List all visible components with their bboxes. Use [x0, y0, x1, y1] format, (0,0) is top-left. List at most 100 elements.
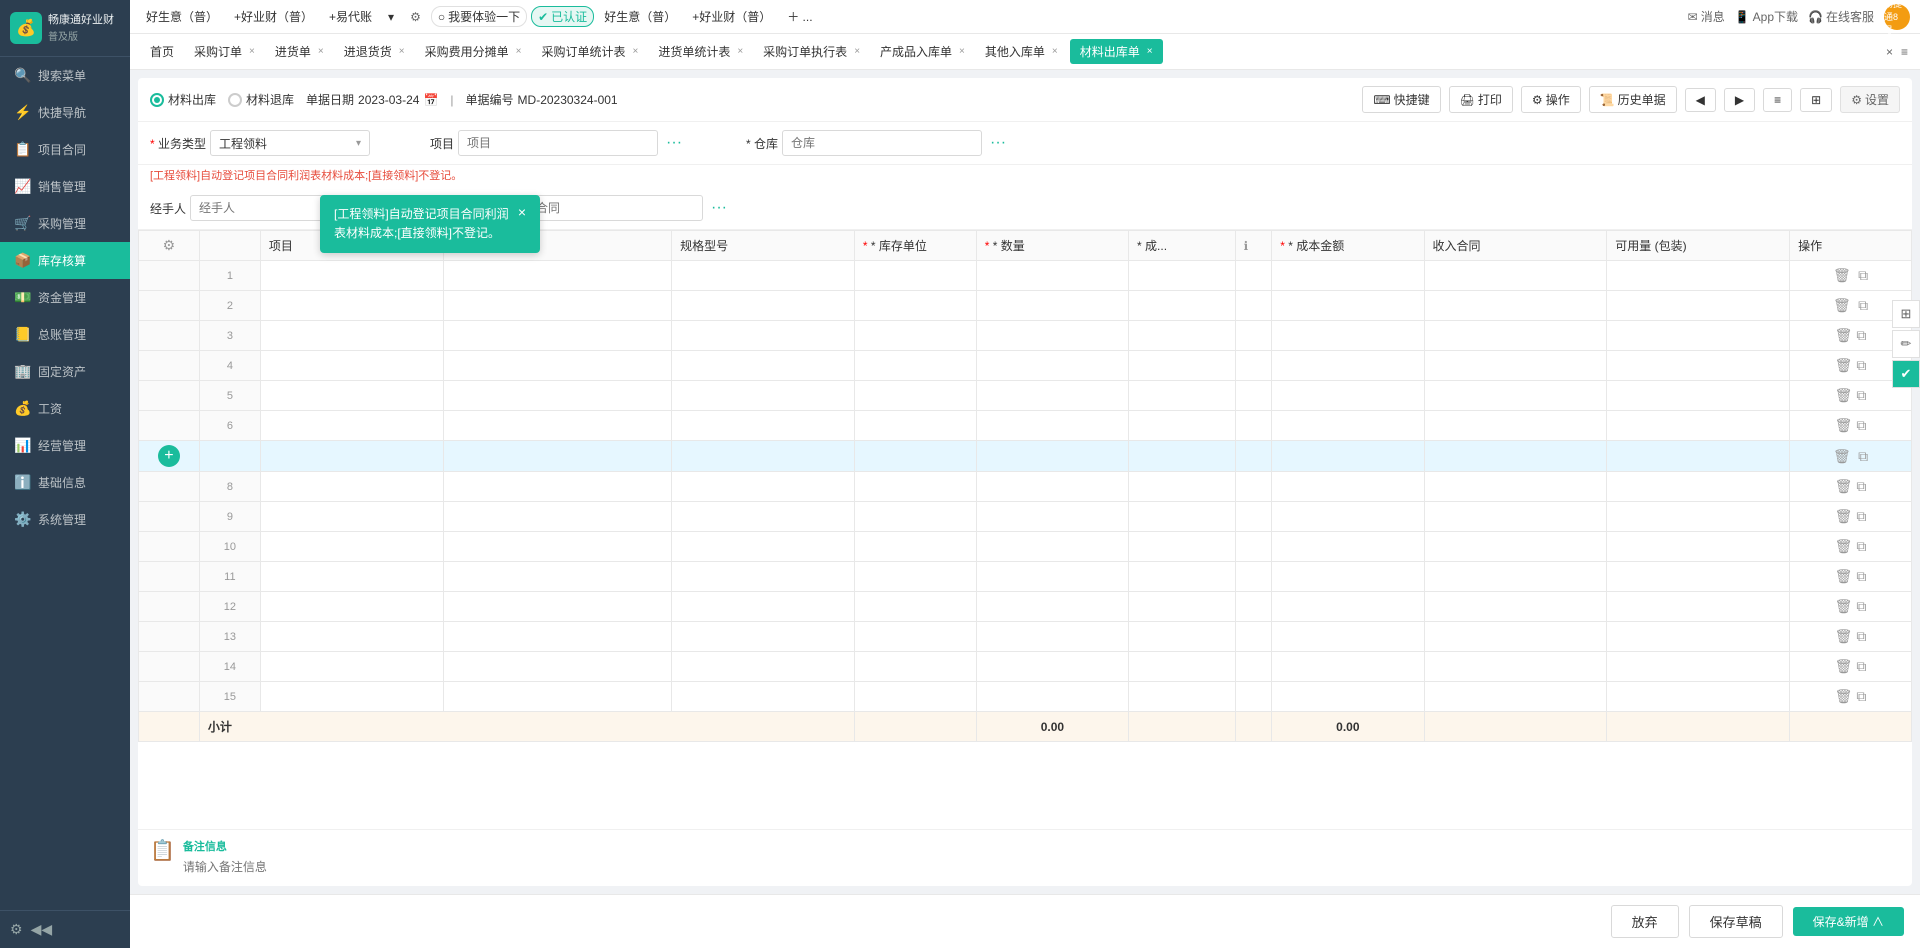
message-btn[interactable]: ✉ 消息	[1688, 8, 1725, 25]
tab-settings-btn[interactable]: ≡	[1901, 45, 1908, 59]
row-project[interactable]	[260, 291, 443, 321]
supernav-more[interactable]: ＋ ...	[781, 4, 818, 29]
row-cost[interactable]	[1129, 291, 1236, 321]
row-unit[interactable]	[854, 261, 976, 291]
delete-row-btn[interactable]: 🗑	[1833, 415, 1855, 435]
tab-material-outbound[interactable]: 材料出库单 ×	[1070, 39, 1163, 64]
supernav-good-biz[interactable]: 好生意（普）	[140, 4, 224, 29]
close-tab-icon[interactable]: ×	[318, 46, 324, 57]
sidebar-item-search[interactable]: 🔍 搜索菜单	[0, 57, 130, 94]
copy-row-btn[interactable]: ⧉	[1854, 325, 1868, 345]
copy-row-btn[interactable]: ⧉	[1856, 446, 1870, 466]
side-green-icon-btn[interactable]: ✔	[1892, 360, 1920, 388]
active-row-input-2[interactable]	[452, 449, 663, 463]
sidebar-item-system[interactable]: ⚙️ 系统管理	[0, 501, 130, 538]
delete-row-btn[interactable]: 🗑	[1831, 295, 1853, 315]
supernav-trial-badge[interactable]: ○ 我要体验一下	[431, 6, 527, 27]
supernav-agency[interactable]: +易代账	[323, 4, 378, 29]
delete-row-btn[interactable]: 🗑	[1833, 596, 1855, 616]
radio-return[interactable]: 材料退库	[228, 91, 294, 108]
delete-row-btn[interactable]: 🗑	[1833, 325, 1855, 345]
active-row-input-1[interactable]	[269, 449, 435, 463]
actions-btn[interactable]: ⚙ 操作	[1521, 86, 1581, 113]
tab-purchase-exec[interactable]: 采购订单执行表 ×	[755, 39, 868, 64]
close-tab-icon[interactable]: ×	[516, 46, 522, 57]
row-material-code[interactable]	[443, 261, 671, 291]
delete-row-btn[interactable]: 🗑	[1831, 446, 1853, 466]
supernav-dropdown-btn[interactable]: ▾	[382, 6, 400, 28]
sidebar-item-basic[interactable]: ℹ️ 基础信息	[0, 464, 130, 501]
settings-bottom-icon[interactable]: ⚙	[10, 921, 23, 938]
tab-incoming[interactable]: 进货单 ×	[267, 39, 332, 64]
copy-row-btn[interactable]: ⧉	[1854, 566, 1868, 586]
delete-row-btn[interactable]: 🗑	[1833, 656, 1855, 676]
app-download-btn[interactable]: 📱 App下载	[1735, 8, 1798, 25]
notes-input[interactable]	[183, 856, 1900, 878]
sidebar-item-project[interactable]: 📋 项目合同	[0, 131, 130, 168]
row-cost-amt[interactable]	[1272, 291, 1424, 321]
row-material-code[interactable]	[443, 291, 671, 321]
history-btn[interactable]: 📜 历史单据	[1589, 86, 1677, 113]
info-icon[interactable]: ℹ	[1244, 239, 1249, 253]
sidebar-item-quicknav[interactable]: ⚡ 快捷导航	[0, 94, 130, 131]
row-qty[interactable]	[976, 261, 1128, 291]
project-dots-btn[interactable]: ···	[662, 134, 686, 152]
warehouse-dots-btn[interactable]: ···	[986, 134, 1010, 152]
tab-purchase-order[interactable]: 采购订单 ×	[186, 39, 263, 64]
sidebar-item-assets[interactable]: 🏢 固定资产	[0, 353, 130, 390]
next-record-btn[interactable]: ▶	[1724, 88, 1755, 112]
close-tab-active-icon[interactable]: ×	[1147, 46, 1153, 57]
copy-row-btn[interactable]: ⧉	[1854, 656, 1868, 676]
copy-row-btn[interactable]: ⧉	[1854, 536, 1868, 556]
tab-finished-goods[interactable]: 产成品入库单 ×	[872, 39, 973, 64]
delete-row-btn[interactable]: 🗑	[1833, 626, 1855, 646]
online-service-btn[interactable]: 🎧 在线客服	[1808, 8, 1874, 25]
th-cost-info[interactable]: ℹ	[1235, 231, 1272, 261]
income-contract-dots-btn[interactable]: ···	[707, 199, 731, 217]
copy-row-btn[interactable]: ⧉	[1854, 686, 1868, 706]
side-grid-icon-btn[interactable]: ⊞	[1892, 300, 1920, 328]
row-spec[interactable]	[672, 261, 855, 291]
radio-outbound[interactable]: 材料出库	[150, 91, 216, 108]
tab-purchase-fee[interactable]: 采购费用分摊单 ×	[417, 39, 530, 64]
tab-other-inbound[interactable]: 其他入库单 ×	[977, 39, 1066, 64]
sidebar-item-sales[interactable]: 📈 销售管理	[0, 168, 130, 205]
sidebar-item-ledger[interactable]: 📒 总账管理	[0, 316, 130, 353]
view-grid-btn[interactable]: ⊞	[1800, 88, 1832, 112]
warehouse-input[interactable]	[782, 130, 982, 156]
row-income-contract[interactable]	[1424, 291, 1607, 321]
close-tab-icon[interactable]: ×	[854, 46, 860, 57]
row-spec[interactable]	[672, 291, 855, 321]
save-draft-button[interactable]: 保存草稿	[1689, 905, 1783, 938]
tab-home[interactable]: 首页	[142, 39, 182, 64]
tab-incoming-stat[interactable]: 进货单统计表 ×	[650, 39, 751, 64]
row-unit[interactable]	[854, 291, 976, 321]
supernav-certified-badge[interactable]: ✔ 已认证	[531, 6, 594, 27]
row-cost-amt[interactable]	[1272, 261, 1424, 291]
copy-row-btn[interactable]: ⧉	[1854, 355, 1868, 375]
add-row-btn[interactable]: +	[158, 445, 180, 467]
print-btn[interactable]: 🖨 打印	[1449, 86, 1513, 113]
sidebar-item-salary[interactable]: 💰 工资	[0, 390, 130, 427]
copy-row-btn[interactable]: ⧉	[1856, 265, 1870, 285]
row-cost[interactable]	[1129, 261, 1236, 291]
row-income-contract[interactable]	[1424, 261, 1607, 291]
copy-row-btn[interactable]: ⧉	[1854, 415, 1868, 435]
save-new-button[interactable]: 保存&新增 ∧	[1793, 907, 1904, 936]
delete-row-btn[interactable]: 🗑	[1831, 265, 1853, 285]
delete-row-btn[interactable]: 🗑	[1833, 385, 1855, 405]
copy-row-btn[interactable]: ⧉	[1854, 506, 1868, 526]
project-input[interactable]	[458, 130, 658, 156]
delete-row-btn[interactable]: 🗑	[1833, 506, 1855, 526]
supernav-plus-biz[interactable]: +好业财（普）	[228, 4, 319, 29]
view-list-btn[interactable]: ≡	[1763, 88, 1792, 112]
copy-row-btn[interactable]: ⧉	[1854, 385, 1868, 405]
copy-row-btn[interactable]: ⧉	[1854, 476, 1868, 496]
copy-row-btn[interactable]: ⧉	[1854, 596, 1868, 616]
copy-row-btn[interactable]: ⧉	[1854, 626, 1868, 646]
close-tab-icon[interactable]: ×	[737, 46, 743, 57]
sidebar-item-inventory[interactable]: 📦 库存核算	[0, 242, 130, 279]
supernav-linked1[interactable]: 好生意（普）	[598, 4, 682, 29]
tab-incoming-return[interactable]: 进退货货 ×	[336, 39, 413, 64]
close-tab-icon[interactable]: ×	[249, 46, 255, 57]
